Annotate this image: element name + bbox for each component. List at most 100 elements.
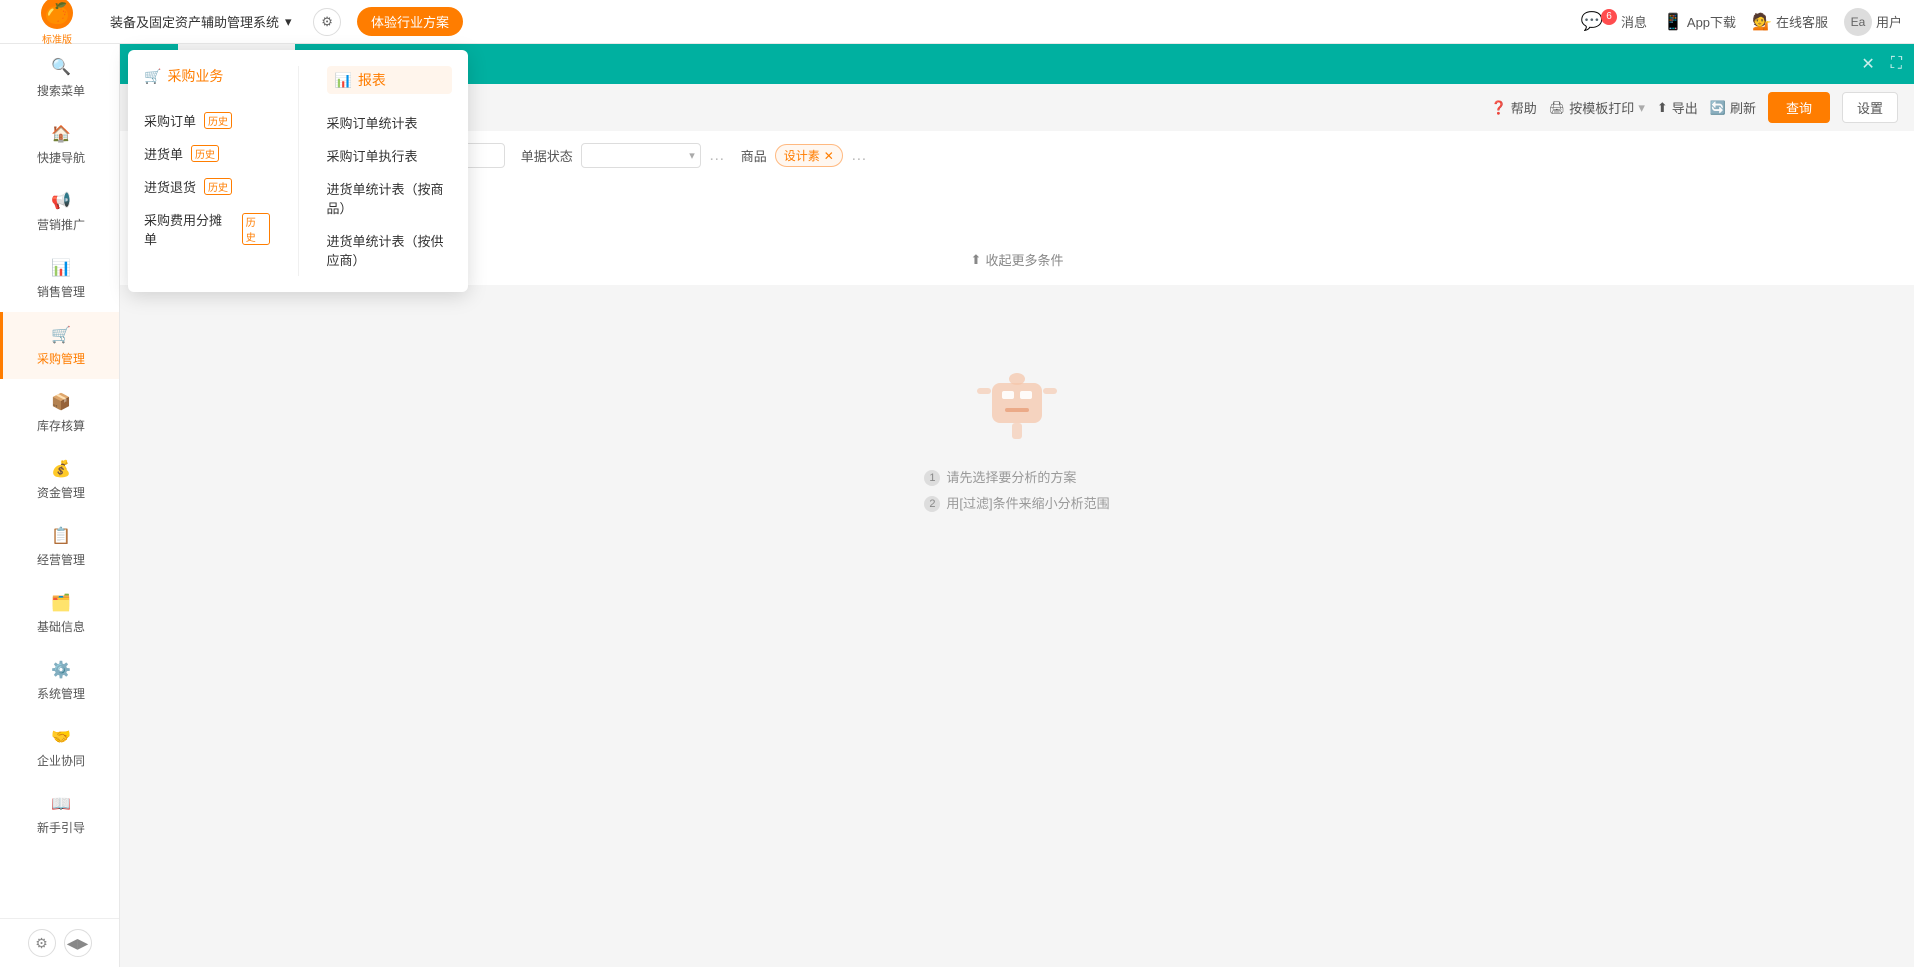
empty-state: 1 请先选择要分析的方案 2 用[过滤]条件来缩小分析范围 — [120, 293, 1914, 577]
goods-tag-close[interactable]: ✕ — [824, 149, 834, 163]
sidebar-item-search-label: 搜索菜单 — [37, 82, 85, 99]
sidebar-item-purchase-label: 采购管理 — [37, 350, 85, 367]
goods-more-btn[interactable]: … — [851, 147, 867, 165]
purchase-section-icon: 🛒 — [144, 68, 161, 85]
item-label-purchase-expense: 采购费用分摊单 — [144, 210, 234, 248]
settings-icon[interactable]: ⚙ — [313, 8, 341, 36]
export-label: 导出 — [1672, 98, 1698, 117]
dropdown-item-goods-receipt[interactable]: 进货单 历史 — [144, 137, 270, 170]
history-badge-1: 历史 — [191, 145, 219, 162]
sidebar-item-quick[interactable]: 🏠 快捷导航 — [0, 111, 119, 178]
system-dropdown-icon[interactable]: ▾ — [285, 14, 301, 30]
dropdown-purchase-label: 采购业务 — [167, 66, 223, 86]
refresh-btn[interactable]: 🔄 刷新 — [1710, 98, 1756, 117]
dropdown-section-purchase: 🛒 采购业务 采购订单 历史 进货单 历史 进货退货 历史 采购费用分摊单 历史 — [144, 66, 270, 276]
app-download-item[interactable]: 📱 App下载 — [1663, 12, 1736, 32]
inventory-icon: 📦 — [50, 391, 72, 413]
print-icon: 🖨 — [1549, 100, 1566, 116]
sidebar-item-guide[interactable]: 📖 新手引导 — [0, 781, 119, 848]
avatar-initials: Ea — [1851, 15, 1866, 29]
dropdown-section-reports: 📊 报表 采购订单统计表 采购订单执行表 进货单统计表（按商品） 进货单统计表（… — [327, 66, 453, 276]
filter-status-label: 单据状态 — [521, 146, 573, 165]
collapse-label: 收起更多条件 — [985, 250, 1063, 269]
empty-tip-1: 请先选择要分析的方案 — [946, 465, 1076, 491]
sidebar-item-basic[interactable]: 🗂️ 基础信息 — [0, 580, 119, 647]
setting-button[interactable]: 设置 — [1842, 92, 1898, 123]
empty-tips: 1 请先选择要分析的方案 2 用[过滤]条件来缩小分析范围 — [924, 465, 1109, 517]
basic-icon: 🗂️ — [50, 592, 72, 614]
message-label: 消息 — [1621, 12, 1647, 31]
marketing-icon: 📢 — [50, 190, 72, 212]
print-btn[interactable]: 🖨 按模板打印 ▾ — [1549, 98, 1645, 117]
sidebar-item-system-label: 系统管理 — [37, 685, 85, 702]
system-icon: ⚙️ — [50, 659, 72, 681]
sidebar-item-inventory[interactable]: 📦 库存核算 — [0, 379, 119, 446]
sidebar-item-purchase[interactable]: 🛒 采购管理 — [0, 312, 119, 379]
industry-button[interactable]: 体验行业方案 — [357, 7, 463, 36]
sidebar-item-marketing[interactable]: 📢 营销推广 — [0, 178, 119, 245]
item-label-order-exec: 采购订单执行表 — [327, 146, 418, 165]
refresh-icon: 🔄 — [1710, 100, 1726, 116]
search-icon: 🔍 — [50, 56, 72, 78]
purchase-dropdown-menu: 🛒 采购业务 采购订单 历史 进货单 历史 进货退货 历史 采购费用分摊单 历史… — [128, 50, 468, 292]
query-button[interactable]: 查询 — [1768, 92, 1830, 123]
filter-goods: 商品 设计素 ✕ … — [741, 144, 867, 167]
dropdown-item-purchase-expense[interactable]: 采购费用分摊单 历史 — [144, 203, 270, 255]
sidebar-item-guide-label: 新手引导 — [37, 819, 85, 836]
print-dropdown-icon[interactable]: ▾ — [1638, 100, 1645, 116]
item-label-purchase-order: 采购订单 — [144, 111, 196, 130]
item-label-order-stat: 采购订单统计表 — [327, 113, 418, 132]
item-label-goods-stat-product: 进货单统计表（按商品） — [327, 179, 453, 217]
item-label-goods-receipt: 进货单 — [144, 144, 183, 163]
filter-status: 单据状态 … — [521, 143, 725, 168]
dropdown-item-order-exec[interactable]: 采购订单执行表 — [327, 139, 453, 172]
online-service-label: 在线客服 — [1776, 12, 1828, 31]
online-service-item[interactable]: 💁 在线客服 — [1752, 12, 1828, 32]
dropdown-item-goods-stat-product[interactable]: 进货单统计表（按商品） — [327, 172, 453, 224]
export-btn[interactable]: ⬆ 导出 — [1657, 98, 1698, 117]
topbar: 🍊 标准版 装备及固定资产辅助管理系统 ▾ ⚙ 体验行业方案 💬 6 消息 📱 … — [0, 0, 1914, 44]
user-item[interactable]: Ea 用户 — [1844, 8, 1902, 36]
history-badge-2: 历史 — [204, 178, 232, 195]
dropdown-item-goods-stat-supplier[interactable]: 进货单统计表（按供应商） — [327, 224, 453, 276]
sidebar-item-search[interactable]: 🔍 搜索菜单 — [0, 44, 119, 111]
dropdown-reports-label: 报表 — [358, 70, 386, 90]
status-more-btn[interactable]: … — [709, 147, 725, 165]
sidebar-item-sales[interactable]: 📊 销售管理 — [0, 245, 119, 312]
dropdown-reports-title: 📊 报表 — [327, 66, 453, 94]
system-name-bar: 装备及固定资产辅助管理系统 ▾ ⚙ 体验行业方案 — [110, 7, 1581, 36]
sidebar-item-enterprise[interactable]: 🤝 企业协同 — [0, 714, 119, 781]
sales-icon: 📊 — [50, 257, 72, 279]
message-badge: 6 — [1601, 9, 1617, 25]
dropdown-item-goods-return[interactable]: 进货退货 历史 — [144, 170, 270, 203]
dropdown-item-purchase-order[interactable]: 采购订单 历史 — [144, 104, 270, 137]
collapse-button[interactable]: ⬆ 收起更多条件 — [971, 250, 1064, 269]
sidebar-item-basic-label: 基础信息 — [37, 618, 85, 635]
help-btn[interactable]: ❓ 帮助 — [1491, 98, 1537, 117]
dropdown-item-order-stat[interactable]: 采购订单统计表 — [327, 106, 453, 139]
sidebar-item-finance-label: 资金管理 — [37, 484, 85, 501]
message-item[interactable]: 💬 6 消息 — [1581, 11, 1647, 32]
goods-tag: 设计素 ✕ — [775, 144, 843, 167]
goods-tag-text: 设计素 — [784, 147, 820, 164]
status-select[interactable] — [581, 143, 701, 168]
sidebar-item-operations[interactable]: 📋 经营管理 — [0, 513, 119, 580]
dropdown-divider — [298, 66, 299, 276]
sidebar-item-operations-label: 经营管理 — [37, 551, 85, 568]
purchase-icon: 🛒 — [50, 324, 72, 346]
sidebar-settings-btn[interactable]: ⚙ — [28, 929, 56, 957]
item-label-goods-stat-supplier: 进货单统计表（按供应商） — [327, 231, 453, 269]
logo-icon: 🍊 — [41, 0, 73, 29]
logo-subtitle: 标准版 — [42, 31, 72, 46]
tab-close-all-icon[interactable]: ✕ — [1857, 50, 1878, 78]
sidebar-item-finance[interactable]: 💰 资金管理 — [0, 446, 119, 513]
tab-expand-icon[interactable]: ⛶ — [1887, 51, 1906, 77]
sidebar-item-system[interactable]: ⚙️ 系统管理 — [0, 647, 119, 714]
tip-num-1: 1 — [924, 470, 940, 486]
collapse-up-icon: ⬆ — [971, 252, 982, 268]
empty-tip-2: 用[过滤]条件来缩小分析范围 — [946, 491, 1109, 517]
export-icon: ⬆ — [1657, 100, 1668, 116]
help-label: 帮助 — [1511, 98, 1537, 117]
sidebar-collapse-btn[interactable]: ◀▶ — [64, 929, 92, 957]
sidebar-item-marketing-label: 营销推广 — [37, 216, 85, 233]
